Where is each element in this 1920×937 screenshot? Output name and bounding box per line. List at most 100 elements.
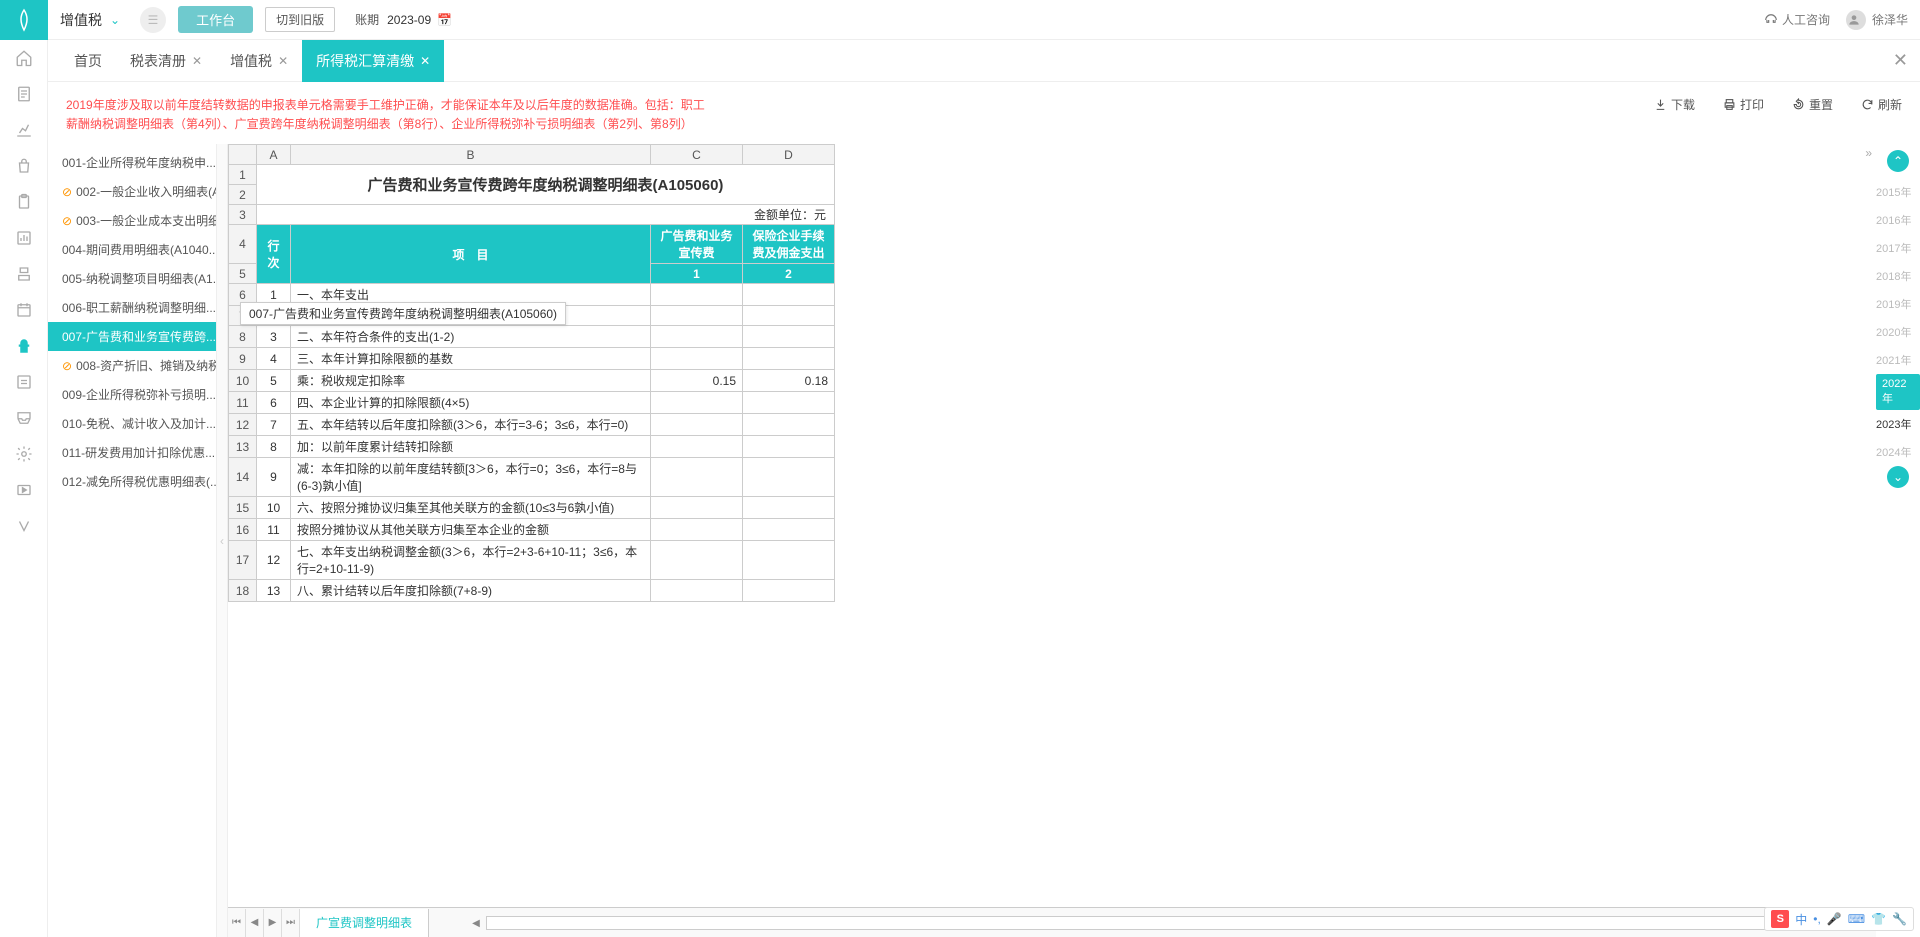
sheet-title[interactable]: 广告费和业务宣传费跨年度纳税调整明细表(A105060) xyxy=(257,165,835,205)
row-header[interactable]: 10 xyxy=(229,370,257,392)
row-header[interactable]: 5 xyxy=(229,264,257,284)
seq-cell[interactable]: 11 xyxy=(257,519,291,541)
ime-skin-icon[interactable]: 👕 xyxy=(1871,912,1886,926)
item-cell[interactable]: 三、本年计算扣除限额的基数 xyxy=(291,348,651,370)
workbench-button[interactable]: 工作台 xyxy=(178,6,253,33)
value-cell-c[interactable] xyxy=(651,348,743,370)
calendar-picker-icon[interactable]: 📅 xyxy=(437,13,452,27)
row-header[interactable]: 11 xyxy=(229,392,257,414)
header-col-d2[interactable]: 2 xyxy=(743,264,835,284)
value-cell-d[interactable] xyxy=(743,326,835,348)
ime-lang[interactable]: 中 xyxy=(1795,911,1807,928)
row-header[interactable]: 3 xyxy=(229,205,257,225)
value-cell-c[interactable] xyxy=(651,497,743,519)
year-item[interactable]: 2021年 xyxy=(1876,346,1920,374)
video-icon[interactable] xyxy=(0,472,48,508)
chevron-down-icon[interactable]: ⌄ xyxy=(110,13,120,27)
form-list-item[interactable]: ⊘002-一般企业收入明细表(A... xyxy=(48,177,216,206)
row-header[interactable]: 16 xyxy=(229,519,257,541)
value-cell-c[interactable] xyxy=(651,284,743,306)
period-value[interactable]: 2023-09 xyxy=(387,13,431,27)
download-button[interactable]: 下载 xyxy=(1654,96,1695,113)
form-list-item[interactable]: 006-职工薪酬纳税调整明细... xyxy=(48,293,216,322)
form-list-item[interactable]: 004-期间费用明细表(A1040... xyxy=(48,235,216,264)
tab-首页[interactable]: 首页 xyxy=(60,40,116,82)
form-list-item[interactable]: ⊘003-一般企业成本支出明细... xyxy=(48,206,216,235)
seq-cell[interactable]: 5 xyxy=(257,370,291,392)
unit-label[interactable]: 金额单位：元 xyxy=(257,205,835,225)
seq-cell[interactable]: 3 xyxy=(257,326,291,348)
value-cell-c[interactable] xyxy=(651,326,743,348)
tab-税表清册[interactable]: 税表清册✕ xyxy=(116,40,216,82)
item-cell[interactable]: 按照分摊协议从其他关联方归集至本企业的金额 xyxy=(291,519,651,541)
item-cell[interactable]: 加：以前年度累计结转扣除额 xyxy=(291,436,651,458)
year-item[interactable]: 2024年 xyxy=(1876,438,1920,466)
sheet-nav-next-icon[interactable]: ▶ xyxy=(264,909,282,937)
horizontal-scrollbar[interactable]: ◀ ▶ xyxy=(469,915,1876,930)
sheet-nav-prev-icon[interactable]: ◀ xyxy=(246,909,264,937)
col-header[interactable]: D xyxy=(743,145,835,165)
row-header[interactable]: 18 xyxy=(229,580,257,602)
app-logo[interactable] xyxy=(0,0,48,40)
year-item[interactable]: 2015年 xyxy=(1876,178,1920,206)
year-item[interactable]: 2019年 xyxy=(1876,290,1920,318)
consult-button[interactable]: 人工咨询 xyxy=(1764,11,1830,28)
doc-icon[interactable] xyxy=(0,76,48,112)
value-cell-c[interactable] xyxy=(651,541,743,580)
record-icon[interactable]: ☰ xyxy=(140,7,166,33)
header-col-c2[interactable]: 1 xyxy=(651,264,743,284)
seq-cell[interactable]: 9 xyxy=(257,458,291,497)
ime-bar[interactable]: S 中 •, 🎤 ⌨ 👕 🔧 xyxy=(1764,907,1914,931)
value-cell-d[interactable] xyxy=(743,348,835,370)
form-list-item[interactable]: 001-企业所得税年度纳税申... xyxy=(48,148,216,177)
inbox-icon[interactable] xyxy=(0,400,48,436)
header-col-c[interactable]: 广告费和业务宣传费 xyxy=(651,225,743,264)
seq-cell[interactable]: 7 xyxy=(257,414,291,436)
clipboard-icon[interactable] xyxy=(0,184,48,220)
value-cell-d[interactable] xyxy=(743,414,835,436)
value-cell-c[interactable] xyxy=(651,392,743,414)
row-header[interactable]: 9 xyxy=(229,348,257,370)
value-cell-d[interactable] xyxy=(743,541,835,580)
sheet-nav-first-icon[interactable]: ⏮ xyxy=(228,909,246,937)
form-list-item[interactable]: 010-免税、减计收入及加计... xyxy=(48,409,216,438)
tab-增值税[interactable]: 增值税✕ xyxy=(216,40,302,82)
row-header[interactable]: 12 xyxy=(229,414,257,436)
value-cell-d[interactable] xyxy=(743,497,835,519)
bag-icon[interactable] xyxy=(0,148,48,184)
form-list-item[interactable]: 011-研发费用加计扣除优惠... xyxy=(48,438,216,467)
year-item[interactable]: 2018年 xyxy=(1876,262,1920,290)
settings-icon[interactable] xyxy=(0,436,48,472)
ime-keyboard-icon[interactable]: ⌨ xyxy=(1848,912,1865,926)
header-col-d[interactable]: 保险企业手续费及佣金支出 xyxy=(743,225,835,264)
user-menu[interactable]: 徐泽华 xyxy=(1846,10,1908,30)
value-cell-d[interactable]: 0.18 xyxy=(743,370,835,392)
close-tab-icon[interactable]: ✕ xyxy=(278,54,288,68)
tab-所得税汇算清缴[interactable]: 所得税汇算清缴✕ xyxy=(302,40,444,82)
row-header[interactable]: 15 xyxy=(229,497,257,519)
value-cell-c[interactable] xyxy=(651,580,743,602)
sheet-corner[interactable] xyxy=(229,145,257,165)
col-header[interactable]: C xyxy=(651,145,743,165)
col-header[interactable]: A xyxy=(257,145,291,165)
form-list-item[interactable]: ⊘008-资产折旧、摊销及纳税... xyxy=(48,351,216,380)
seq-cell[interactable]: 13 xyxy=(257,580,291,602)
value-cell-d[interactable] xyxy=(743,284,835,306)
scroll-up-years-icon[interactable]: ⌃ xyxy=(1887,150,1909,172)
value-cell-d[interactable] xyxy=(743,580,835,602)
close-tab-icon[interactable]: ✕ xyxy=(420,54,430,68)
ime-toolbox-icon[interactable]: 🔧 xyxy=(1892,912,1907,926)
value-cell-d[interactable] xyxy=(743,306,835,326)
close-all-tabs-icon[interactable]: ✕ xyxy=(1893,50,1908,71)
seq-cell[interactable]: 12 xyxy=(257,541,291,580)
year-item[interactable]: 2020年 xyxy=(1876,318,1920,346)
home-icon[interactable] xyxy=(0,40,48,76)
value-cell-c[interactable] xyxy=(651,436,743,458)
value-cell-c[interactable] xyxy=(651,458,743,497)
item-cell[interactable]: 五、本年结转以后年度扣除额(3＞6，本行=3-6；3≤6，本行=0) xyxy=(291,414,651,436)
item-cell[interactable]: 八、累计结转以后年度扣除额(7+8-9) xyxy=(291,580,651,602)
year-item[interactable]: 2022年 xyxy=(1876,374,1920,410)
item-cell[interactable]: 乘：税收规定扣除率 xyxy=(291,370,651,392)
ime-mic-icon[interactable]: 🎤 xyxy=(1827,912,1842,926)
calendar-icon[interactable] xyxy=(0,292,48,328)
